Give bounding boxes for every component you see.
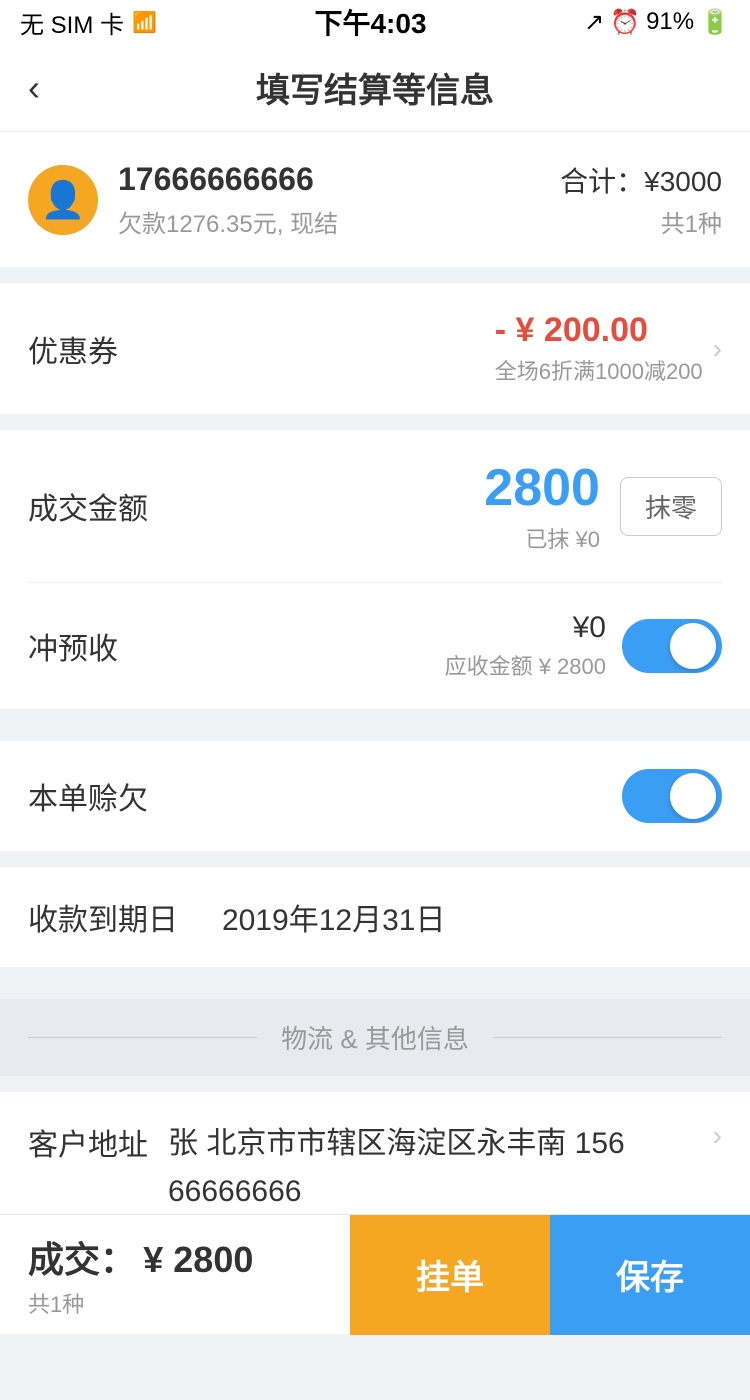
date-value: 2019年12月31日 <box>222 895 445 939</box>
no-sim-text: 无 SIM 卡 <box>20 5 124 40</box>
status-bar: 无 SIM 卡 📶 下午4:03 ↗ ⏰ 91% 🔋 <box>0 0 750 44</box>
status-time: 下午4:03 <box>314 2 426 42</box>
page-title: 填写结算等信息 <box>256 63 494 112</box>
logistics-divider: 物流 & 其他信息 <box>0 999 750 1076</box>
benshen-label: 本单赊欠 <box>28 774 148 818</box>
status-right: ↗ ⏰ 91% 🔋 <box>584 8 730 37</box>
alarm-icon: ⏰ <box>610 8 640 37</box>
address-label: 客户地址 <box>28 1120 148 1164</box>
date-label: 收款到期日 <box>28 895 178 939</box>
section-separator-2 <box>0 983 750 999</box>
divider-line-left <box>28 1037 257 1038</box>
chong-amount-block: ¥0 应收金额 ¥ 2800 <box>445 611 606 681</box>
battery-icon: 🔋 <box>700 8 730 37</box>
avatar: 👤 <box>28 165 98 235</box>
round-zero-button[interactable]: 抹零 <box>620 477 722 536</box>
benshen-toggle-knob <box>670 773 716 819</box>
chong-right: ¥0 应收金额 ¥ 2800 <box>445 611 722 681</box>
deal-amount-row: 成交金额 2800 已抹 ¥0 抹零 <box>28 430 722 583</box>
chong-amount: ¥0 <box>445 611 606 645</box>
bottom-bar: 成交： ¥ 2800 共1种 挂单 保存 <box>0 1214 750 1334</box>
status-left: 无 SIM 卡 📶 <box>20 5 157 40</box>
deal-amount-right: 2800 已抹 ¥0 抹零 <box>484 458 722 554</box>
date-row: 收款到期日 2019年12月31日 <box>0 867 750 967</box>
total-amount: 合计：¥3000 <box>560 160 722 200</box>
location-icon: ↗ <box>584 8 604 37</box>
chong-sub: 应收金额 ¥ 2800 <box>445 649 606 681</box>
deal-price: ¥ 2800 <box>143 1239 253 1280</box>
benshen-toggle[interactable] <box>622 769 722 823</box>
item-count: 共1种 <box>560 204 722 239</box>
customer-debt: 欠款1276.35元, 现结 <box>118 204 338 239</box>
coupon-desc: 全场6折满1000减200 <box>495 354 703 386</box>
coupon-right-block: - ¥ 200.00 全场6折满1000减200 <box>495 311 703 386</box>
coupon-label: 优惠券 <box>28 327 118 371</box>
amount-section: 成交金额 2800 已抹 ¥0 抹零 冲预收 ¥0 应收金额 ¥ 2800 <box>0 430 750 709</box>
avatar-icon: 👤 <box>41 179 86 221</box>
divider-text: 物流 & 其他信息 <box>257 1019 493 1056</box>
coupon-row[interactable]: 优惠券 - ¥ 200.00 全场6折满1000减200 › <box>0 283 750 414</box>
coupon-right: - ¥ 200.00 全场6折满1000减200 › <box>495 311 722 386</box>
section-separator <box>0 725 750 741</box>
chong-row: 冲预收 ¥0 应收金额 ¥ 2800 <box>28 583 722 709</box>
wifi-icon: 📶 <box>132 10 157 35</box>
divider-line-right <box>493 1037 722 1038</box>
hang-order-button[interactable]: 挂单 <box>350 1215 550 1335</box>
coupon-amount: - ¥ 200.00 <box>495 311 703 350</box>
chong-toggle-knob <box>670 623 716 669</box>
deal-prefix: 成交： <box>28 1239 136 1280</box>
customer-phone: 17666666666 <box>118 161 338 198</box>
customer-left: 👤 17666666666 欠款1276.35元, 现结 <box>28 161 338 239</box>
deal-amount-label: 成交金额 <box>28 484 148 528</box>
back-button[interactable]: ‹ <box>28 67 40 109</box>
chong-label: 冲预收 <box>28 624 118 668</box>
chong-toggle[interactable] <box>622 619 722 673</box>
battery-text: 91% <box>646 8 694 36</box>
bottom-summary: 成交： ¥ 2800 共1种 <box>0 1231 350 1319</box>
address-value: 张 北京市市辖区海淀区永丰南 156 66666666 <box>168 1120 693 1216</box>
deal-amount-block: 2800 已抹 ¥0 <box>484 458 600 554</box>
deal-amount-sub: 已抹 ¥0 <box>484 522 600 554</box>
benshen-row: 本单赊欠 <box>0 741 750 851</box>
bottom-count: 共1种 <box>28 1287 322 1319</box>
nav-bar: ‹ 填写结算等信息 <box>0 44 750 132</box>
customer-row: 👤 17666666666 欠款1276.35元, 现结 合计：¥3000 共1… <box>0 132 750 267</box>
customer-info: 17666666666 欠款1276.35元, 现结 <box>118 161 338 239</box>
address-chevron-icon: › <box>713 1120 722 1152</box>
deal-amount-value: 2800 <box>484 458 600 518</box>
customer-right: 合计：¥3000 共1种 <box>560 160 722 239</box>
coupon-chevron-icon: › <box>713 333 722 365</box>
save-button[interactable]: 保存 <box>550 1215 750 1335</box>
bottom-deal-label: 成交： ¥ 2800 <box>28 1231 322 1283</box>
